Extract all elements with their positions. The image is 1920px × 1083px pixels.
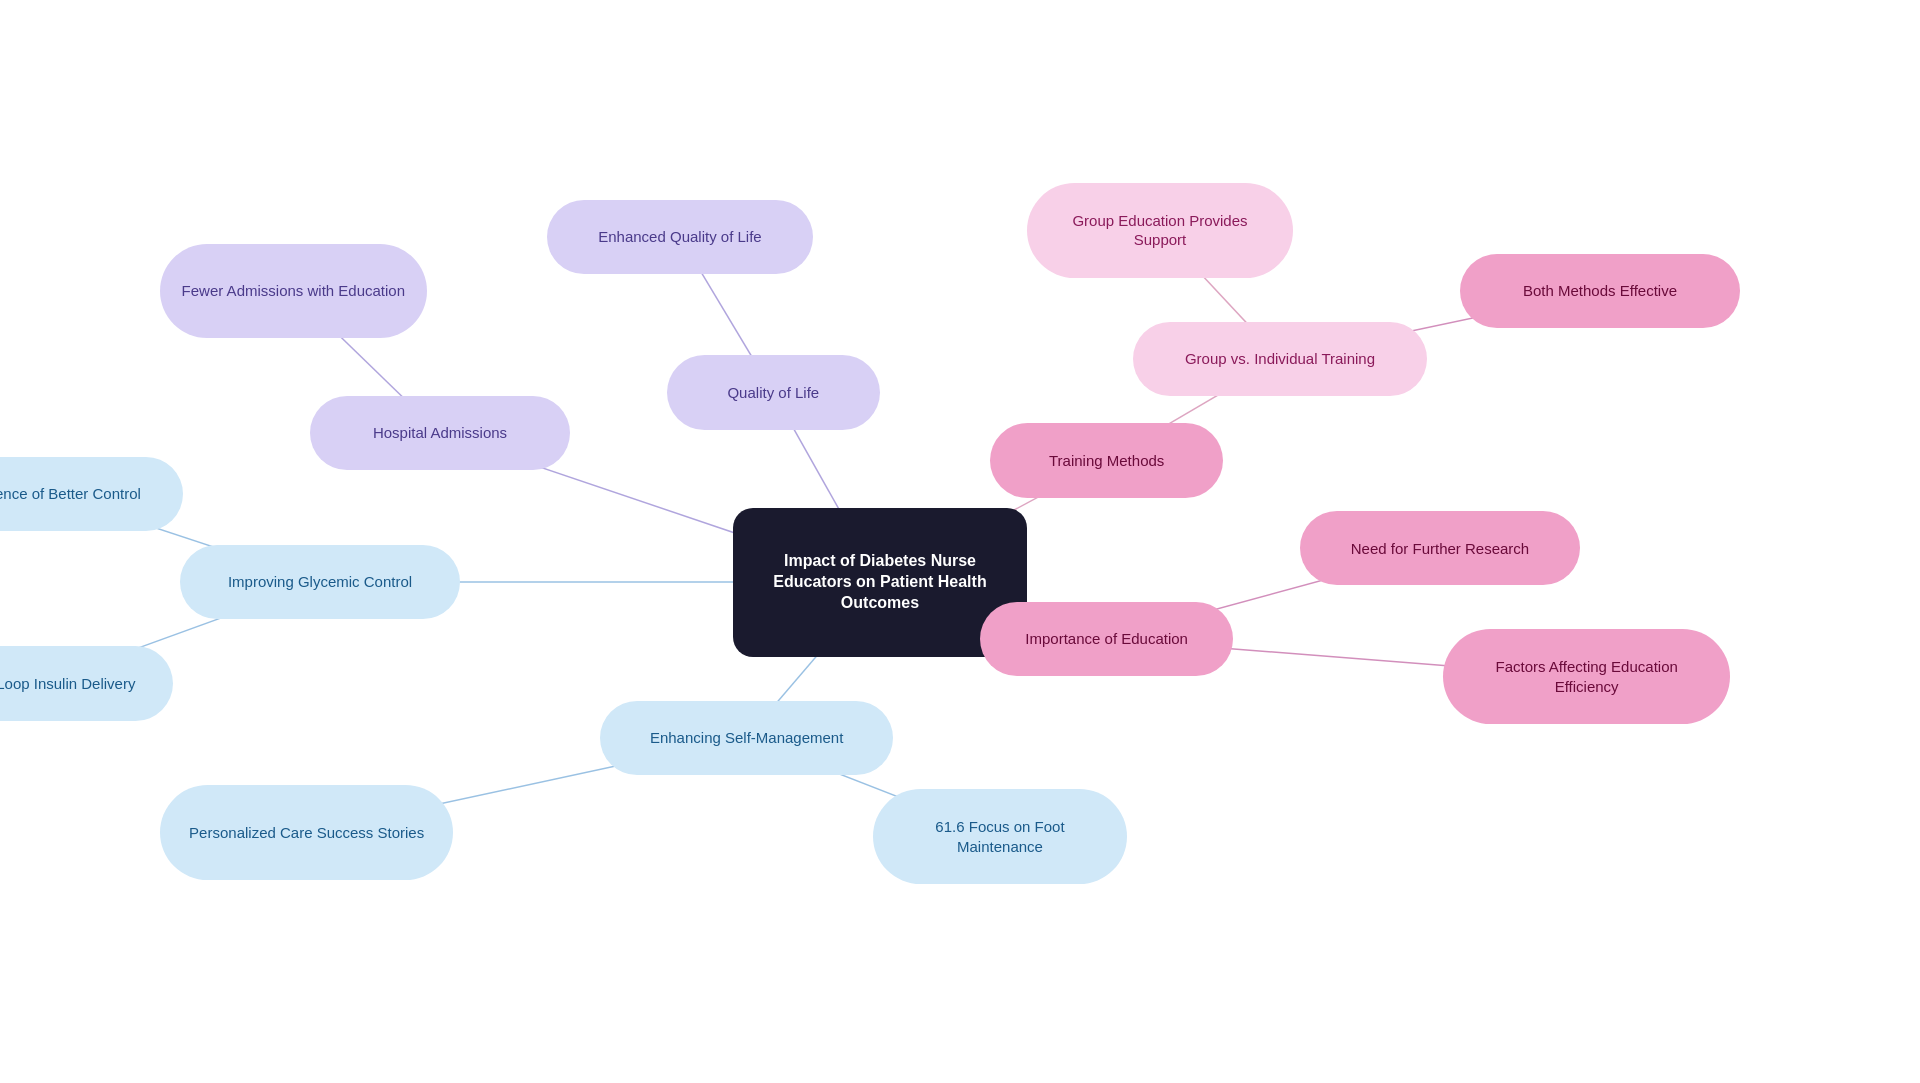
node-improving-glycemic[interactable]: Improving Glycemic Control <box>180 545 460 619</box>
node-training-methods[interactable]: Training Methods <box>990 423 1223 497</box>
node-quality-of-life[interactable]: Quality of Life <box>667 355 880 429</box>
node-personalized-care[interactable]: Personalized Care Success Stories <box>160 785 453 880</box>
node-group-education[interactable]: Group Education Provides Support <box>1027 183 1294 278</box>
node-need-research[interactable]: Need for Further Research <box>1300 511 1580 585</box>
node-enhancing-self[interactable]: Enhancing Self-Management <box>600 701 893 775</box>
node-enhanced-quality[interactable]: Enhanced Quality of Life <box>547 200 814 274</box>
node-closed-loop[interactable]: Closed-Loop Insulin Delivery <box>0 646 173 720</box>
node-evidence-better[interactable]: Evidence of Better Control <box>0 457 183 531</box>
node-group-vs-individual[interactable]: Group vs. Individual Training <box>1133 322 1426 396</box>
node-hospital-admissions[interactable]: Hospital Admissions <box>310 396 570 470</box>
node-importance-education[interactable]: Importance of Education <box>980 602 1233 676</box>
mind-map: Impact of Diabetes Nurse Educators on Pa… <box>0 0 1920 1083</box>
node-both-methods[interactable]: Both Methods Effective <box>1460 254 1740 328</box>
node-fewer-admissions[interactable]: Fewer Admissions with Education <box>160 244 427 339</box>
node-factors-affecting[interactable]: Factors Affecting Education Efficiency <box>1443 629 1730 724</box>
node-foot-maintenance[interactable]: 61.6 Focus on Foot Maintenance <box>873 789 1126 884</box>
